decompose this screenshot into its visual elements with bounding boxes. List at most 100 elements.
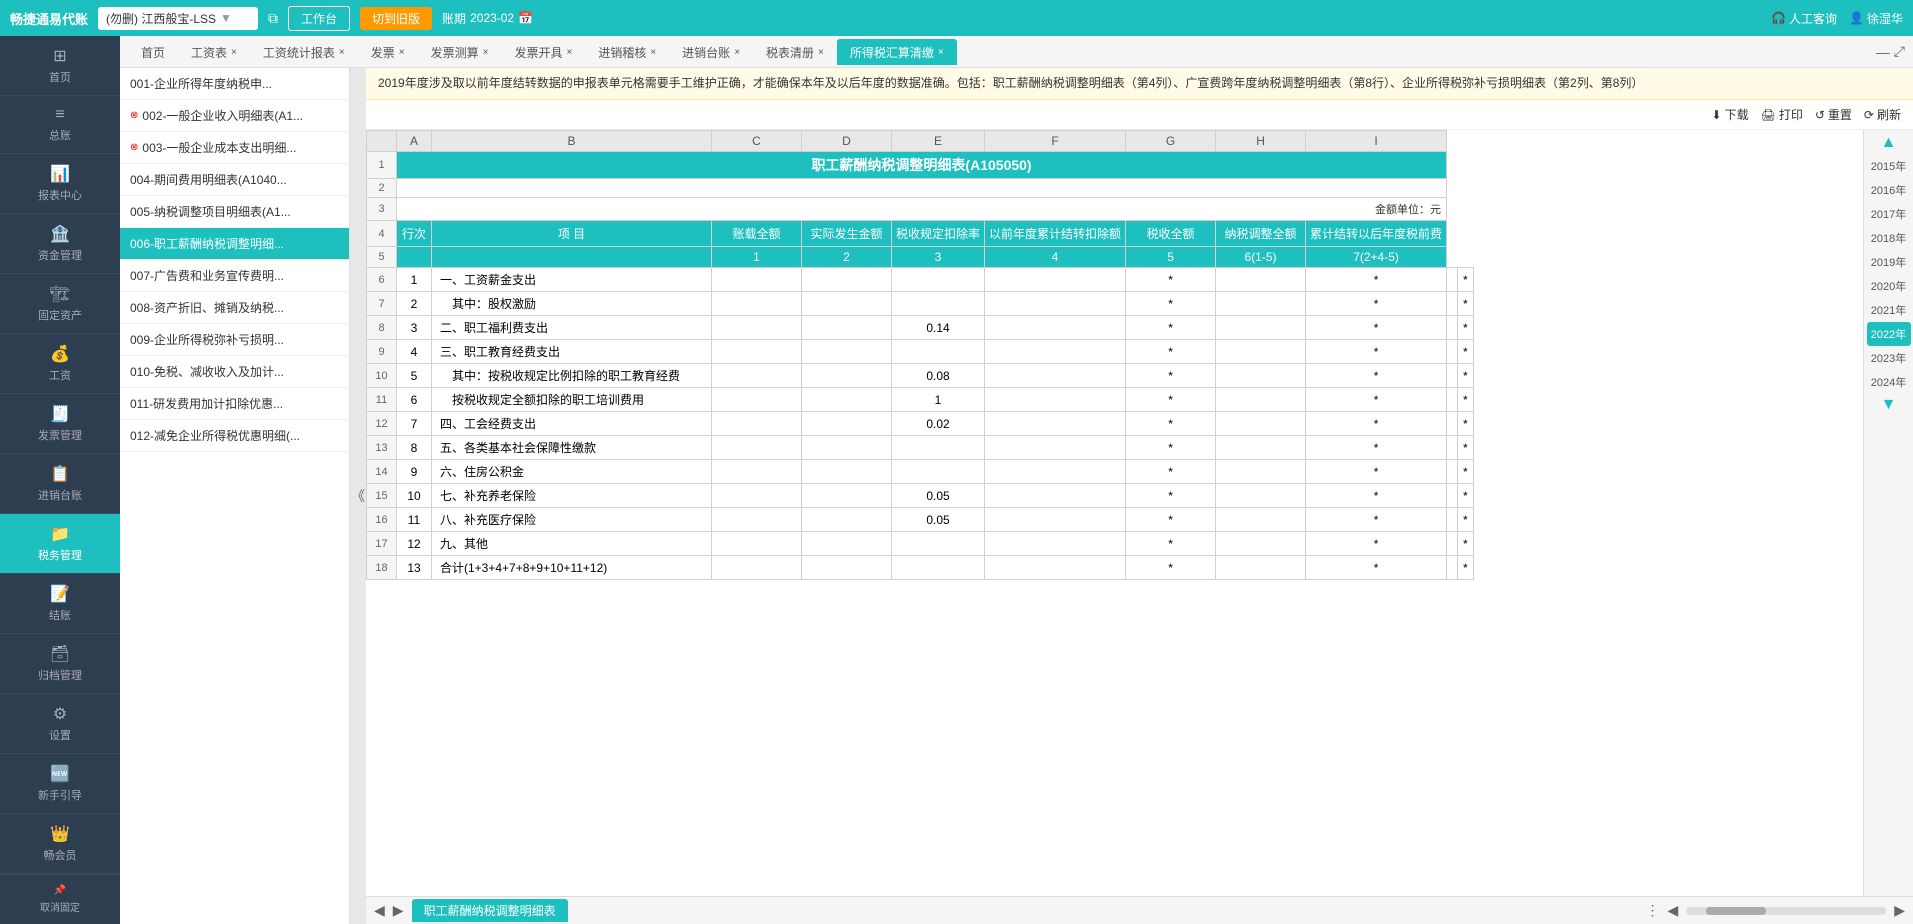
data-cell-3[interactable] [985, 436, 1126, 460]
data-cell-8[interactable]: * [1458, 268, 1474, 292]
data-cell-8[interactable]: * [1458, 532, 1474, 556]
data-cell-0[interactable] [712, 508, 802, 532]
row-label[interactable]: 二、职工福利费支出 [432, 316, 712, 340]
data-cell-5[interactable] [1216, 556, 1306, 580]
horizontal-scrollbar[interactable] [1686, 907, 1886, 915]
tab-home[interactable]: 首页 [128, 39, 178, 65]
sidebar-item-settlement[interactable]: 📝 结账 [0, 574, 120, 634]
data-cell-4[interactable]: * [1126, 532, 1216, 556]
row-label[interactable]: 五、各类基本社会保障性缴款 [432, 436, 712, 460]
tab-payroll[interactable]: 工资表 × [178, 39, 250, 65]
list-item-002[interactable]: ⊗ 002-一般企业收入明细表(A1... [120, 100, 349, 132]
download-button[interactable]: ⬇ 下载 [1712, 106, 1749, 123]
row-seq[interactable]: 10 [397, 484, 432, 508]
data-cell-7[interactable] [1447, 532, 1458, 556]
year-button[interactable]: 2016年 [1867, 178, 1911, 202]
data-cell-2[interactable] [892, 556, 985, 580]
support-link[interactable]: 🎧 人工客询 [1771, 10, 1837, 27]
year-button[interactable]: 2024年 [1867, 370, 1911, 394]
data-cell-7[interactable] [1447, 316, 1458, 340]
data-cell-5[interactable] [1216, 412, 1306, 436]
data-cell-6[interactable]: * [1306, 364, 1447, 388]
data-cell-6[interactable]: * [1306, 316, 1447, 340]
tab-invoice-calc[interactable]: 发票测算 × [418, 39, 502, 65]
tab-payroll-report[interactable]: 工资统计报表 × [250, 39, 358, 65]
data-cell-2[interactable] [892, 460, 985, 484]
data-cell-8[interactable]: * [1458, 388, 1474, 412]
list-item-012[interactable]: 012-减免企业所得税优惠明细(... [120, 420, 349, 452]
data-cell-2[interactable]: 0.05 [892, 508, 985, 532]
row-label[interactable]: 三、职工教育经费支出 [432, 340, 712, 364]
data-cell-3[interactable] [985, 412, 1126, 436]
data-cell-3[interactable] [985, 460, 1126, 484]
year-button[interactable]: 2015年 [1867, 154, 1911, 178]
data-cell-6[interactable]: * [1306, 292, 1447, 316]
data-cell-3[interactable] [985, 532, 1126, 556]
tab-close-payroll[interactable]: × [231, 47, 237, 58]
row-label[interactable]: 八、补充医疗保险 [432, 508, 712, 532]
row-seq[interactable]: 12 [397, 532, 432, 556]
data-cell-0[interactable] [712, 556, 802, 580]
data-cell-1[interactable] [802, 316, 892, 340]
company-selector[interactable]: (勿删) 江西般宝-LSS ▼ [98, 7, 258, 30]
data-cell-1[interactable] [802, 412, 892, 436]
data-cell-2[interactable] [892, 532, 985, 556]
data-cell-2[interactable] [892, 292, 985, 316]
data-cell-6[interactable]: * [1306, 532, 1447, 556]
data-cell-1[interactable] [802, 292, 892, 316]
sidebar-item-vip[interactable]: 👑 畅会员 [0, 814, 120, 874]
list-item-011[interactable]: 011-研发费用加计扣除优惠... [120, 388, 349, 420]
data-cell-4[interactable]: * [1126, 364, 1216, 388]
sidebar-item-archive[interactable]: 🗃 归档管理 [0, 634, 120, 694]
tab-invoice[interactable]: 发票 × [358, 39, 418, 65]
list-item-006[interactable]: 006-职工薪酬纳税调整明细... [120, 228, 349, 260]
data-cell-4[interactable]: * [1126, 460, 1216, 484]
row-label[interactable]: 九、其他 [432, 532, 712, 556]
data-cell-3[interactable] [985, 508, 1126, 532]
data-cell-3[interactable] [985, 388, 1126, 412]
row-seq[interactable]: 3 [397, 316, 432, 340]
data-cell-5[interactable] [1216, 340, 1306, 364]
sidebar-item-fixed-assets[interactable]: 🏗 固定资产 [0, 274, 120, 334]
data-cell-1[interactable] [802, 532, 892, 556]
data-cell-5[interactable] [1216, 436, 1306, 460]
sidebar-item-settings[interactable]: ⚙ 设置 [0, 694, 120, 754]
data-cell-2[interactable]: 0.08 [892, 364, 985, 388]
data-cell-4[interactable]: * [1126, 340, 1216, 364]
sheet-nav-prev[interactable]: ◀ [374, 902, 385, 919]
row-seq[interactable]: 8 [397, 436, 432, 460]
data-cell-5[interactable] [1216, 508, 1306, 532]
data-cell-3[interactable] [985, 484, 1126, 508]
data-cell-6[interactable]: * [1306, 388, 1447, 412]
tab-close-invoice-open[interactable]: × [566, 47, 572, 58]
year-button[interactable]: 2020年 [1867, 274, 1911, 298]
data-cell-5[interactable] [1216, 316, 1306, 340]
data-cell-5[interactable] [1216, 532, 1306, 556]
tab-close-income-tax[interactable]: × [938, 47, 944, 58]
data-cell-7[interactable] [1447, 484, 1458, 508]
data-cell-2[interactable]: 0.05 [892, 484, 985, 508]
list-item-001[interactable]: 001-企业所得年度纳税申... [120, 68, 349, 100]
row-seq[interactable]: 5 [397, 364, 432, 388]
refresh-button[interactable]: ⟳ 刷新 [1864, 106, 1901, 123]
tab-close-tax-clearance[interactable]: × [818, 47, 824, 58]
sidebar-cancel-fixed[interactable]: 📌 取消固定 [0, 874, 120, 924]
data-cell-6[interactable]: * [1306, 508, 1447, 532]
tab-close-purchase-ledger[interactable]: × [734, 47, 740, 58]
data-cell-2[interactable] [892, 340, 985, 364]
data-cell-3[interactable] [985, 556, 1126, 580]
sidebar-item-payroll[interactable]: 💰 工资 [0, 334, 120, 394]
row-seq[interactable]: 1 [397, 268, 432, 292]
data-cell-1[interactable] [802, 484, 892, 508]
year-button[interactable]: 2022年 [1867, 322, 1911, 346]
data-cell-1[interactable] [802, 340, 892, 364]
year-button[interactable]: 2018年 [1867, 226, 1911, 250]
user-avatar[interactable]: 👤 徐湿华 [1849, 10, 1903, 27]
data-cell-5[interactable] [1216, 484, 1306, 508]
data-cell-4[interactable]: * [1126, 388, 1216, 412]
tab-purchase-ledger[interactable]: 进销台账 × [669, 39, 753, 65]
data-cell-5[interactable] [1216, 364, 1306, 388]
sidebar-item-home[interactable]: ⊞ 首页 [0, 36, 120, 96]
tab-close-purchase-verify[interactable]: × [650, 47, 656, 58]
data-cell-8[interactable]: * [1458, 364, 1474, 388]
